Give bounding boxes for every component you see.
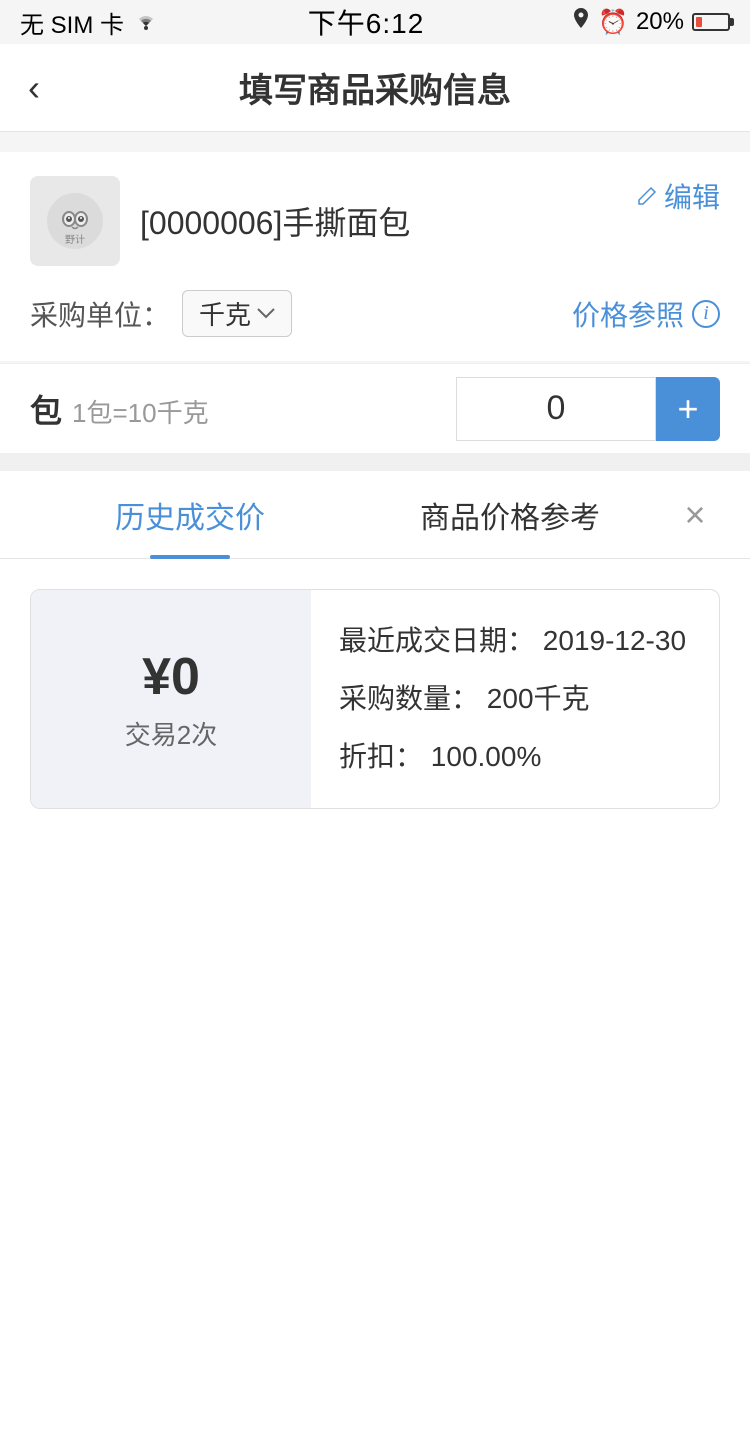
tab-history-price[interactable]: 历史成交价: [30, 471, 350, 559]
page-title: 填写商品采购信息: [239, 63, 511, 112]
status-bar: 无 SIM 卡 下午6:12 ⏰ 20%: [0, 0, 750, 44]
price-tabs: 历史成交价 商品价格参考 ×: [0, 471, 750, 559]
unit-label: 采购单位：: [30, 294, 170, 334]
price-ref-label: 价格参照: [572, 294, 684, 334]
edit-button[interactable]: 编辑: [636, 176, 720, 216]
product-footer: 采购单位： 千克 价格参照 i: [30, 290, 720, 337]
date-value: 2019-12-30: [543, 625, 686, 656]
unit-selector[interactable]: 千克: [182, 290, 292, 337]
quantity-control: 0 +: [456, 377, 720, 441]
carrier-text: 无 SIM 卡: [20, 5, 124, 40]
battery-icon: [692, 13, 730, 31]
qty-unit-main: 包: [30, 386, 62, 432]
tab-product-price-ref[interactable]: 商品价格参考: [350, 471, 670, 559]
section-divider: [0, 453, 750, 471]
product-header: 野计 [0000006]手撕面包 编辑: [30, 176, 720, 266]
plus-icon: +: [677, 391, 698, 427]
status-right: ⏰ 20%: [572, 8, 730, 37]
unit-section: 采购单位： 千克: [30, 290, 292, 337]
price-value: 0: [171, 648, 200, 706]
product-left: 野计 [0000006]手撕面包: [30, 176, 410, 266]
product-card: 野计 [0000006]手撕面包 编辑 采购单位： 千克 价格参照: [0, 152, 750, 361]
status-left: 无 SIM 卡: [20, 5, 160, 40]
quantity-unit-info: 包 1包=10千克: [30, 386, 209, 432]
dropdown-icon: [257, 308, 275, 320]
price-detail-discount: 折扣： 100.00%: [339, 736, 691, 778]
date-label: 最近成交日期：: [339, 625, 535, 656]
help-icon: i: [692, 300, 720, 328]
unit-value: 千克: [199, 295, 251, 332]
wifi-icon: [132, 8, 160, 37]
qty-unit-sub: 1包=10千克: [72, 393, 209, 430]
price-transactions: 交易2次: [125, 715, 217, 752]
quantity-row: 包 1包=10千克 0 +: [0, 363, 750, 453]
quantity-plus-button[interactable]: +: [656, 377, 720, 441]
discount-label: 折扣：: [339, 741, 423, 772]
price-card-right: 最近成交日期： 2019-12-30 采购数量： 200千克 折扣： 100.0…: [311, 590, 719, 808]
price-detail-date: 最近成交日期： 2019-12-30: [339, 620, 691, 662]
product-thumbnail: 野计: [30, 176, 120, 266]
price-detail-qty: 采购数量： 200千克: [339, 678, 691, 720]
currency-symbol: ¥: [142, 648, 171, 706]
white-space: [0, 839, 750, 1439]
product-image-icon: 野计: [45, 191, 105, 251]
battery-percent: 20%: [636, 8, 684, 36]
price-card-left: ¥0 交易2次: [31, 590, 311, 808]
status-time: 下午6:12: [308, 2, 425, 42]
qty-label: 采购数量：: [339, 683, 479, 714]
nav-bar: ‹ 填写商品采购信息: [0, 44, 750, 132]
quantity-input[interactable]: 0: [456, 377, 656, 441]
discount-value: 100.00%: [431, 741, 542, 772]
location-icon: [572, 8, 590, 37]
price-cards-container: ¥0 交易2次 最近成交日期： 2019-12-30 采购数量： 200千克 折…: [0, 559, 750, 839]
price-ref-button[interactable]: 价格参照 i: [572, 294, 720, 334]
back-button[interactable]: ‹: [28, 67, 40, 109]
product-name: [0000006]手撕面包: [140, 198, 410, 244]
price-amount: ¥0: [142, 647, 200, 707]
price-card: ¥0 交易2次 最近成交日期： 2019-12-30 采购数量： 200千克 折…: [30, 589, 720, 809]
qty-value: 200千克: [487, 683, 590, 714]
svg-text:野计: 野计: [65, 233, 85, 246]
edit-icon: [636, 185, 658, 207]
alarm-icon: ⏰: [598, 8, 628, 37]
close-panel-button[interactable]: ×: [670, 490, 720, 540]
price-panel: 历史成交价 商品价格参考 × ¥0 交易2次 最近成交日期： 2019-12-3…: [0, 471, 750, 839]
